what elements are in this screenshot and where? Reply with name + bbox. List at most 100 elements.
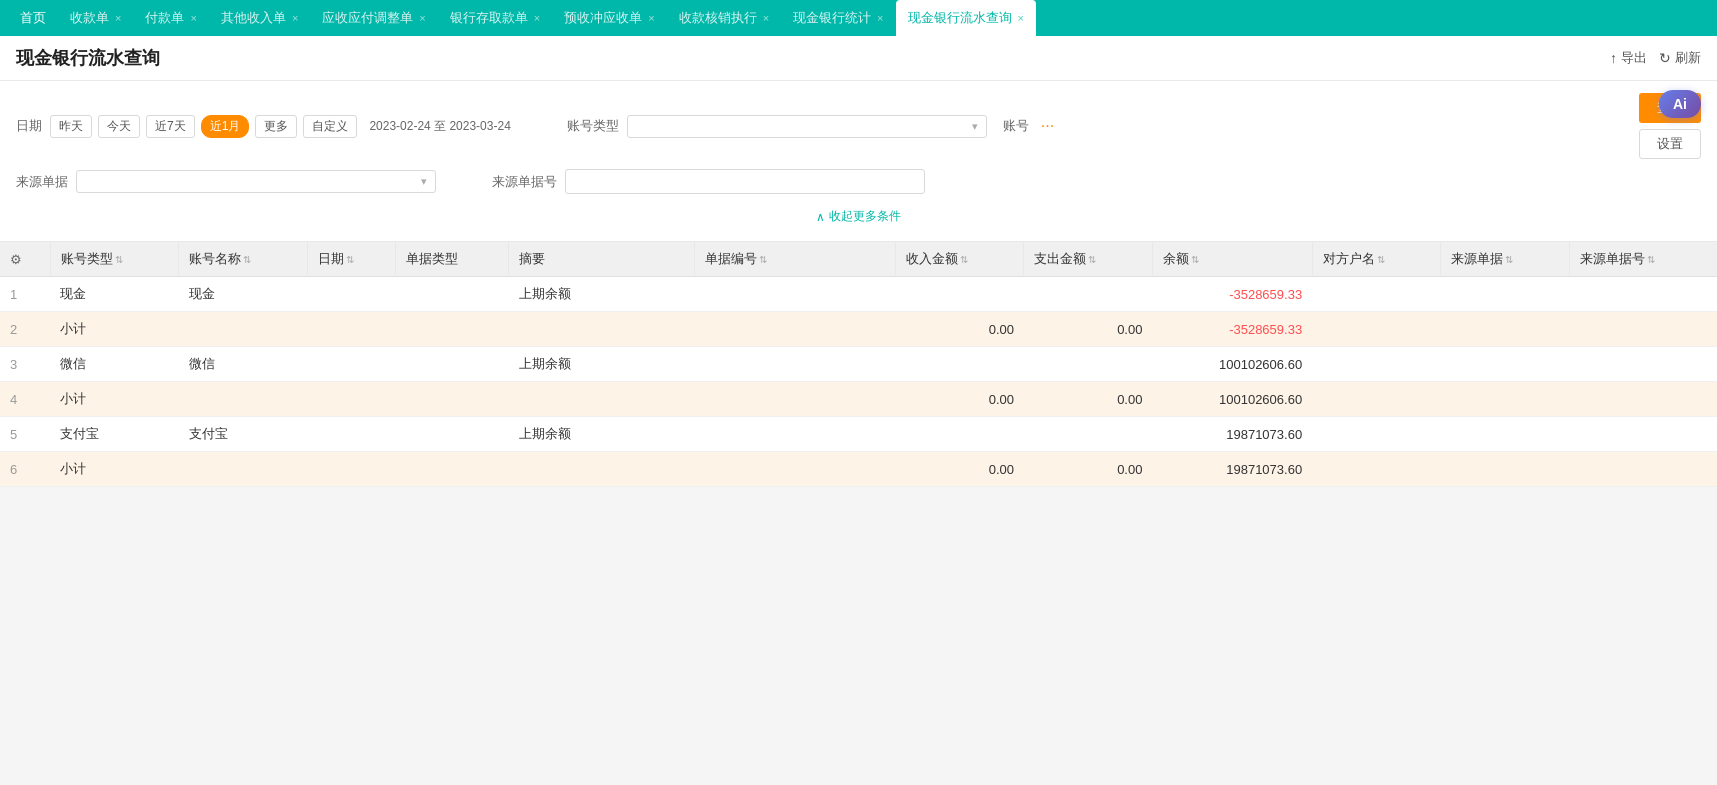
th-counterparty[interactable]: 对方户名⇅ bbox=[1312, 242, 1440, 277]
th-summary[interactable]: 摘要 bbox=[509, 242, 695, 277]
close-tab-6-icon[interactable]: × bbox=[763, 12, 769, 24]
nav-home[interactable]: 首页 bbox=[8, 0, 58, 36]
date-label: 日期 bbox=[16, 117, 42, 135]
th-income[interactable]: 收入金额⇅ bbox=[895, 242, 1023, 277]
nav-tab-3[interactable]: 应收应付调整单 × bbox=[310, 0, 437, 36]
table-row: 3 微信 微信 上期余额 100102606.60 bbox=[0, 347, 1717, 382]
filter-area: 日期 昨天 今天 近7天 近1月 更多 自定义 2023-02-24 至 202… bbox=[0, 81, 1717, 242]
cell-date bbox=[307, 277, 395, 312]
cell-income: 0.00 bbox=[895, 452, 1023, 487]
cell-date bbox=[307, 417, 395, 452]
close-tab-4-icon[interactable]: × bbox=[534, 12, 540, 24]
cell-doc-type bbox=[396, 347, 509, 382]
cell-source-doc-num bbox=[1569, 382, 1717, 417]
export-icon: ↑ bbox=[1610, 50, 1617, 66]
th-balance[interactable]: 余额⇅ bbox=[1152, 242, 1312, 277]
cell-doc-type bbox=[396, 382, 509, 417]
cell-account-type: 微信 bbox=[50, 347, 178, 382]
nav-tab-4[interactable]: 银行存取款单 × bbox=[438, 0, 552, 36]
nav-tab-5[interactable]: 预收冲应收单 × bbox=[552, 0, 666, 36]
collapse-up-icon: ∧ bbox=[816, 210, 825, 224]
th-source-doc-num[interactable]: 来源单据号⇅ bbox=[1569, 242, 1717, 277]
cell-expense: 0.00 bbox=[1024, 452, 1152, 487]
th-doc-number[interactable]: 单据编号⇅ bbox=[694, 242, 895, 277]
source-doc-select[interactable]: ▾ bbox=[76, 170, 436, 193]
th-account-name[interactable]: 账号名称⇅ bbox=[179, 242, 307, 277]
close-tab-1-icon[interactable]: × bbox=[190, 12, 196, 24]
account-dots-button[interactable]: ··· bbox=[1037, 117, 1058, 135]
cell-account-type: 支付宝 bbox=[50, 417, 178, 452]
cell-balance: 19871073.60 bbox=[1152, 417, 1312, 452]
th-doc-type[interactable]: 单据类型 bbox=[396, 242, 509, 277]
cell-balance: 100102606.60 bbox=[1152, 382, 1312, 417]
nav-tab-8[interactable]: 现金银行流水查询 × bbox=[896, 0, 1036, 36]
table-row: 5 支付宝 支付宝 上期余额 19871073.60 bbox=[0, 417, 1717, 452]
cell-summary bbox=[509, 312, 695, 347]
nav-tab-6[interactable]: 收款核销执行 × bbox=[667, 0, 781, 36]
sort-icon: ⇅ bbox=[759, 254, 767, 265]
cell-counterparty bbox=[1312, 417, 1440, 452]
cell-account-type: 现金 bbox=[50, 277, 178, 312]
cell-num: 6 bbox=[0, 452, 50, 487]
cell-balance: 19871073.60 bbox=[1152, 452, 1312, 487]
cell-account-type: 小计 bbox=[50, 312, 178, 347]
export-button[interactable]: ↑ 导出 bbox=[1610, 49, 1647, 67]
source-doc-filter: 来源单据 ▾ bbox=[16, 170, 436, 193]
settings-button[interactable]: 设置 bbox=[1639, 129, 1701, 159]
cell-source-doc-num bbox=[1569, 347, 1717, 382]
table-header-row: ⚙ 账号类型⇅ 账号名称⇅ 日期⇅ 单据类型 摘要 单据编号⇅ 收入金额⇅ 支出… bbox=[0, 242, 1717, 277]
cell-balance: 100102606.60 bbox=[1152, 347, 1312, 382]
close-tab-5-icon[interactable]: × bbox=[648, 12, 654, 24]
refresh-icon: ↻ bbox=[1659, 50, 1671, 66]
th-date[interactable]: 日期⇅ bbox=[307, 242, 395, 277]
collapse-bar[interactable]: ∧ 收起更多条件 bbox=[16, 204, 1701, 229]
table-container: ⚙ 账号类型⇅ 账号名称⇅ 日期⇅ 单据类型 摘要 单据编号⇅ 收入金额⇅ 支出… bbox=[0, 242, 1717, 487]
table-row: 6 小计 0.00 0.00 19871073.60 bbox=[0, 452, 1717, 487]
date-more[interactable]: 更多 bbox=[255, 115, 297, 138]
nav-tab-1[interactable]: 付款单 × bbox=[133, 0, 208, 36]
date-1month[interactable]: 近1月 bbox=[201, 115, 250, 138]
cell-counterparty bbox=[1312, 347, 1440, 382]
th-gear[interactable]: ⚙ bbox=[0, 242, 50, 277]
cell-doc-type bbox=[396, 277, 509, 312]
date-7days[interactable]: 近7天 bbox=[146, 115, 195, 138]
cell-expense bbox=[1024, 417, 1152, 452]
cell-num: 1 bbox=[0, 277, 50, 312]
th-account-type[interactable]: 账号类型⇅ bbox=[50, 242, 178, 277]
cell-source-doc bbox=[1441, 417, 1569, 452]
gear-icon: ⚙ bbox=[10, 252, 22, 267]
cell-date bbox=[307, 382, 395, 417]
ai-badge[interactable]: Ai bbox=[1659, 90, 1701, 118]
cell-num: 4 bbox=[0, 382, 50, 417]
refresh-button[interactable]: ↻ 刷新 bbox=[1659, 49, 1701, 67]
close-tab-0-icon[interactable]: × bbox=[115, 12, 121, 24]
cell-income: 0.00 bbox=[895, 382, 1023, 417]
close-tab-3-icon[interactable]: × bbox=[419, 12, 425, 24]
th-source-doc[interactable]: 来源单据⇅ bbox=[1441, 242, 1569, 277]
close-tab-2-icon[interactable]: × bbox=[292, 12, 298, 24]
cell-account-name bbox=[179, 452, 307, 487]
close-tab-8-icon[interactable]: × bbox=[1018, 12, 1024, 24]
date-yesterday[interactable]: 昨天 bbox=[50, 115, 92, 138]
cell-date bbox=[307, 312, 395, 347]
filter-row-2: 来源单据 ▾ 来源单据号 bbox=[16, 169, 1701, 194]
sort-icon: ⇅ bbox=[1088, 254, 1096, 265]
th-expense[interactable]: 支出金额⇅ bbox=[1024, 242, 1152, 277]
date-today[interactable]: 今天 bbox=[98, 115, 140, 138]
nav-tab-7[interactable]: 现金银行统计 × bbox=[781, 0, 895, 36]
cell-doc-number bbox=[694, 312, 895, 347]
cell-summary bbox=[509, 382, 695, 417]
date-filter: 日期 昨天 今天 近7天 近1月 更多 自定义 2023-02-24 至 202… bbox=[16, 115, 511, 138]
account-type-filter: 账号类型 ▾ bbox=[567, 115, 987, 138]
source-doc-number-input[interactable] bbox=[565, 169, 925, 194]
close-tab-7-icon[interactable]: × bbox=[877, 12, 883, 24]
nav-tab-2[interactable]: 其他收入单 × bbox=[209, 0, 310, 36]
cell-date bbox=[307, 452, 395, 487]
account-filter: 账号 ··· bbox=[1003, 117, 1058, 135]
date-custom[interactable]: 自定义 bbox=[303, 115, 357, 138]
account-type-select[interactable]: ▾ bbox=[627, 115, 987, 138]
source-doc-chevron-icon: ▾ bbox=[421, 175, 427, 188]
cell-doc-number bbox=[694, 347, 895, 382]
nav-tab-0[interactable]: 收款单 × bbox=[58, 0, 133, 36]
sort-icon: ⇅ bbox=[1377, 254, 1385, 265]
